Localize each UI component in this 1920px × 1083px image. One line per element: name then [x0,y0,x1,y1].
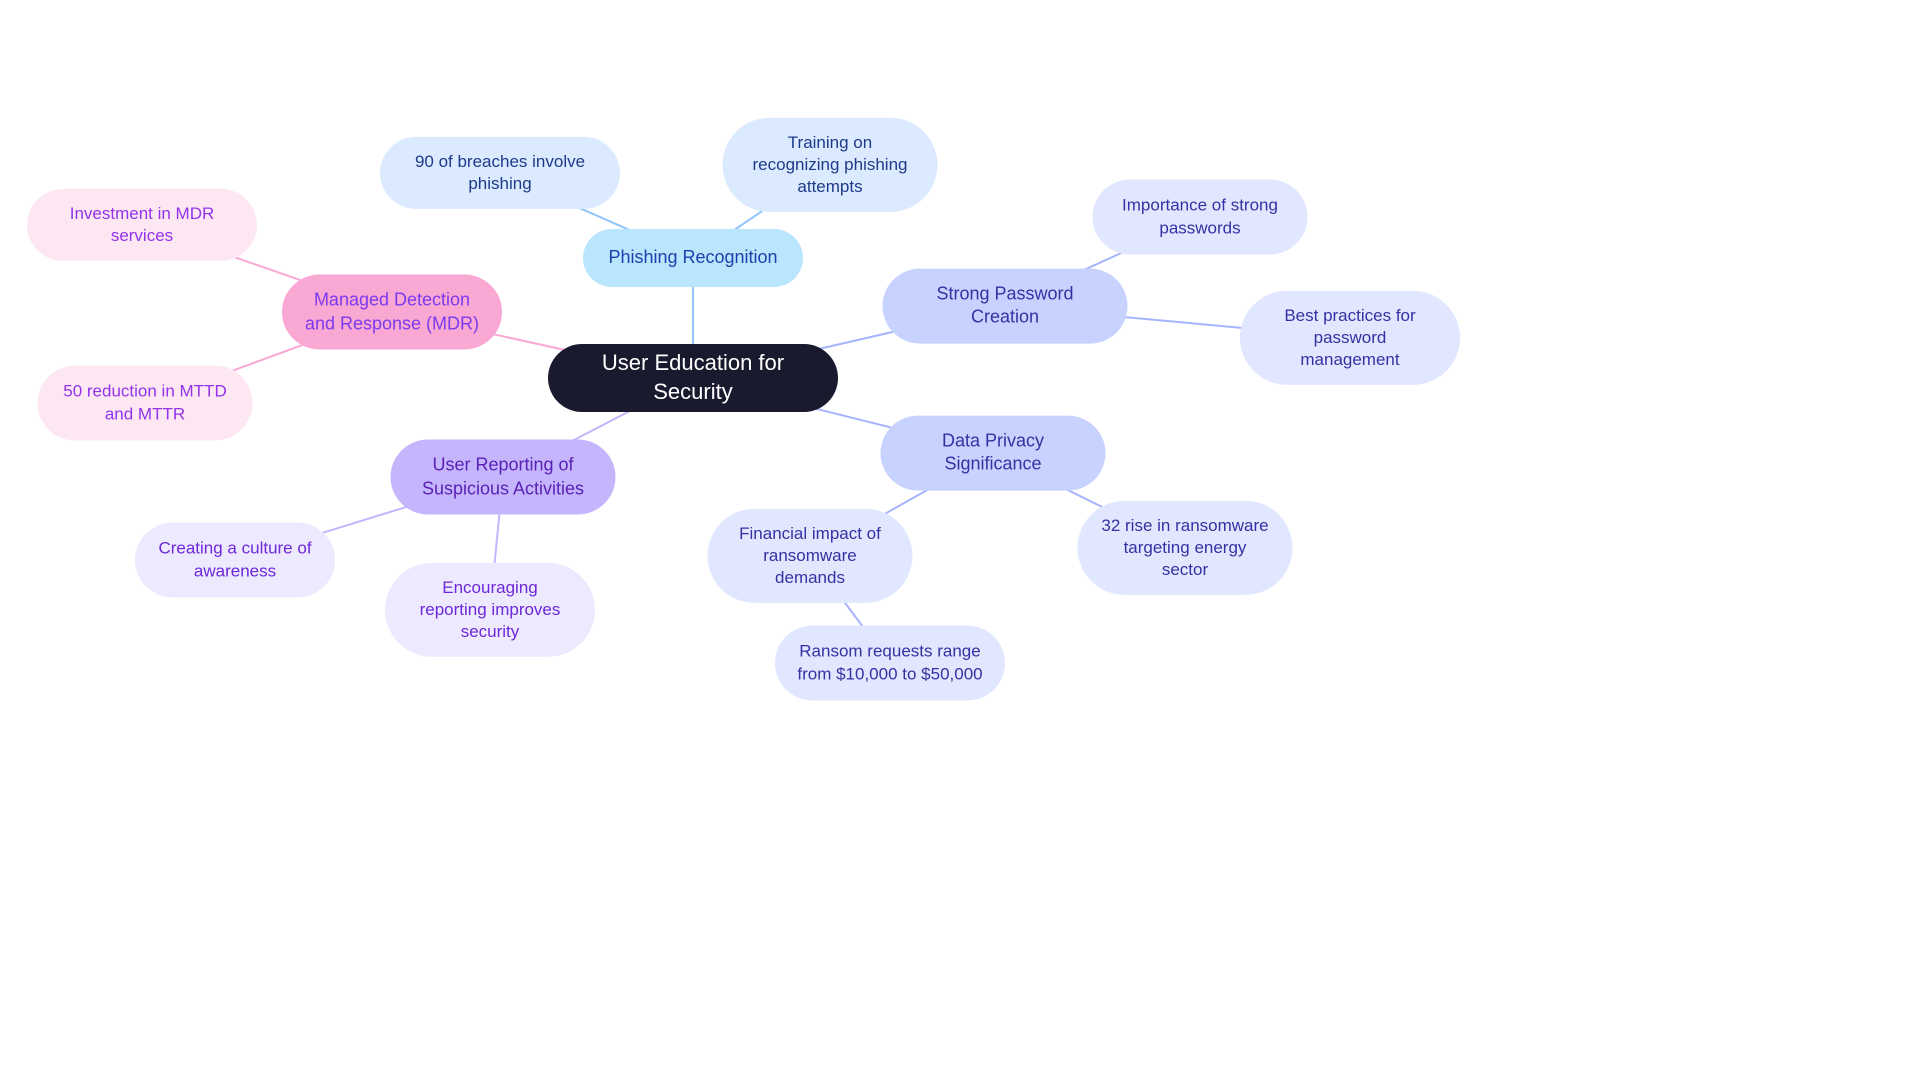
node-reduction-mttd: 50 reduction in MTTD and MTTR [38,366,253,441]
node-best-practices: Best practices for password management [1240,291,1460,385]
node-importance-passwords: Importance of strong passwords [1093,180,1308,255]
node-creating-culture: Creating a culture of awareness [135,523,335,598]
mind-map-container: User Education for Security Phishing Reco… [0,0,1920,1083]
node-mdr: Managed Detection and Response (MDR) [282,275,502,350]
center-node: User Education for Security [548,344,838,412]
node-encouraging-reporting: Encouraging reporting improves security [385,563,595,657]
node-data-privacy: Data Privacy Significance [881,416,1106,491]
node-ransom-range: Ransom requests range from $10,000 to $5… [775,626,1005,701]
node-training-phishing: Training on recognizing phishing attempt… [723,118,938,212]
node-phishing-recognition: Phishing Recognition [583,229,803,287]
node-investment-mdr: Investment in MDR services [27,189,257,261]
node-financial-impact: Financial impact of ransomware demands [708,509,913,603]
node-user-reporting: User Reporting of Suspicious Activities [391,440,616,515]
node-strong-password: Strong Password Creation [883,269,1128,344]
node-breaches-phishing: 90 of breaches involve phishing [380,137,620,209]
node-ransomware-rise: 32 rise in ransomware targeting energy s… [1078,501,1293,595]
